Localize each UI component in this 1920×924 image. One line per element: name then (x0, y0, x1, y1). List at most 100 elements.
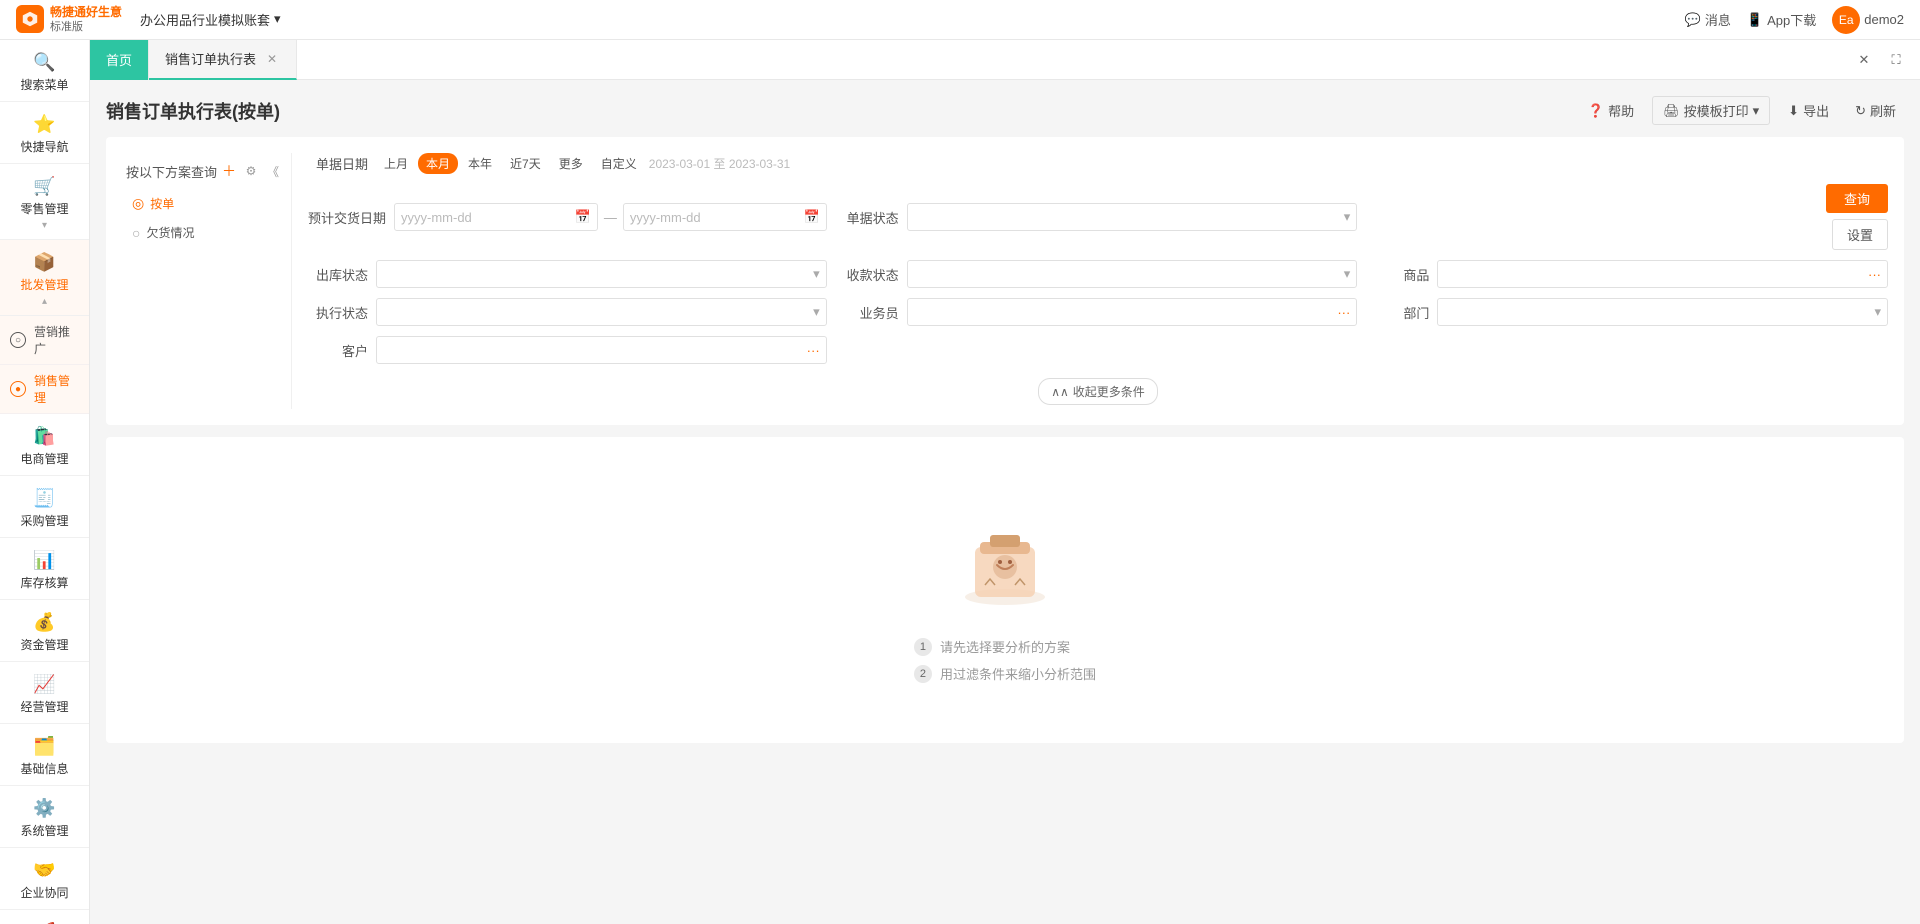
shortcut-lastmonth[interactable]: 上月 (376, 153, 416, 174)
customer-select[interactable]: ··· (376, 336, 827, 364)
expected-date-start[interactable]: yyyy-mm-dd 📅 (394, 203, 598, 231)
sidebar-item-quicknav[interactable]: ⭐ 快捷导航 (0, 102, 89, 164)
settings-btn[interactable]: 设置 (1832, 219, 1888, 250)
payment-status-label: 收款状态 (839, 265, 899, 284)
tabbar-right: ✕ ⛶ (1840, 48, 1920, 72)
salesman-label: 业务员 (839, 303, 899, 322)
tab-close-icon[interactable]: ✕ (264, 51, 280, 67)
salesman-select[interactable]: ··· (907, 298, 1358, 326)
customer-field: 客户 ··· (308, 336, 827, 364)
ecommerce-icon: 🛍️ (33, 426, 55, 447)
plan-header: 按以下方案查询 ＋ ⚙ 《 (126, 157, 283, 189)
sidebar-item-retail[interactable]: 🛒 零售管理 ▾ (0, 164, 89, 240)
plan-collapse-btn[interactable]: 《 (263, 161, 283, 181)
tab-sales-exec[interactable]: 销售订单执行表 ✕ (149, 40, 297, 80)
dept-select[interactable]: ▾ (1437, 298, 1888, 326)
sidebar-item-basic[interactable]: 🗂️ 基础信息 (0, 724, 89, 786)
app-dropdown-icon: ▾ (274, 11, 281, 27)
plan-settings-btn[interactable]: ⚙ (241, 161, 261, 181)
shortcut-thisyear[interactable]: 本年 (460, 153, 500, 174)
stock-status-field: 出库状态 ▾ (308, 260, 827, 288)
date-range-display: 2023-03-01 至 2023-03-31 (649, 155, 790, 172)
sidebar-item-wholesale[interactable]: 📦 批发管理 ▴ (0, 240, 89, 316)
page-content: 销售订单执行表(按单) ❓ 帮助 🖨 按模板打印 ▾ ⬇ 导出 (90, 80, 1920, 924)
system-icon: ⚙️ (33, 798, 55, 819)
add-icon: ＋ (222, 161, 236, 181)
collapse-up-icon: ∧∧ (1051, 385, 1069, 399)
plan-item-arrears[interactable]: ○ 欠货情况 (126, 218, 283, 247)
sidebar-item-finance[interactable]: 💰 资金管理 (0, 600, 89, 662)
filter-row-3: 执行状态 ▾ 业务员 ··· (308, 298, 1888, 326)
collapse-row: ∧∧ 收起更多条件 (308, 374, 1888, 409)
shortcut-last7days[interactable]: 近7天 (502, 153, 549, 174)
right-panel: 单据日期 上月 本月 本年 近7天 更多 自定义 2023-03-01 至 20… (292, 153, 1888, 409)
sidebar-item-ecommerce[interactable]: 🛍️ 电商管理 (0, 414, 89, 476)
refresh-btn[interactable]: ↻ 刷新 (1847, 97, 1904, 124)
date-field-label: 单据日期 (308, 154, 368, 173)
goods-select[interactable]: ··· (1437, 260, 1888, 288)
query-btn[interactable]: 查询 (1826, 184, 1888, 213)
filter-panel: 按以下方案查询 ＋ ⚙ 《 (106, 137, 1904, 425)
sidebar-item-inventory[interactable]: 📊 库存核算 (0, 538, 89, 600)
filter-body: 按以下方案查询 ＋ ⚙ 《 (122, 153, 1888, 409)
purchase-icon: 🧾 (33, 488, 55, 509)
logo-text: 畅捷通好生意 标准版 (50, 5, 122, 35)
sales-exec-tab-label: 销售订单执行表 (165, 49, 256, 68)
gear-icon: ⚙ (246, 164, 257, 178)
empty-tips: 1 请先选择要分析的方案 2 用过滤条件来缩小分析范围 (914, 637, 1096, 683)
export-icon: ⬇ (1788, 103, 1799, 119)
expected-date-end[interactable]: yyyy-mm-dd 📅 (623, 203, 827, 231)
expected-date-input-wrap: yyyy-mm-dd 📅 — yyyy-mm-dd 📅 (394, 203, 827, 231)
sidebar-item-operations[interactable]: 📈 经营管理 (0, 662, 89, 724)
sidebar-item-sales[interactable]: ● 销售管理 (0, 365, 89, 414)
print-dropdown-icon: ▾ (1753, 103, 1760, 119)
payment-dropdown-icon: ▾ (1344, 266, 1351, 282)
sidebar-item-system[interactable]: ⚙️ 系统管理 (0, 786, 89, 848)
salesman-more-icon: ··· (1337, 305, 1350, 320)
plan-add-btn[interactable]: ＋ (219, 161, 239, 181)
exec-status-label: 执行状态 (308, 303, 368, 322)
help-btn[interactable]: ❓ 帮助 (1580, 97, 1642, 124)
exec-status-select[interactable]: ▾ (376, 298, 827, 326)
app-download-btn[interactable]: 📱 App下载 (1747, 10, 1816, 29)
plan-arrears-icon: ○ (132, 225, 140, 241)
stock-status-label: 出库状态 (308, 265, 368, 284)
export-btn[interactable]: ⬇ 导出 (1780, 97, 1837, 124)
status-select[interactable]: ▾ (907, 203, 1358, 231)
dept-label: 部门 (1369, 303, 1429, 322)
empty-tip-1: 1 请先选择要分析的方案 (914, 637, 1096, 656)
close-window-btn[interactable]: ✕ (1852, 48, 1876, 72)
plan-byorder-icon: ◎ (132, 195, 144, 212)
chevron-left-icon: 《 (267, 163, 279, 180)
print-btn[interactable]: 🖨 按模板打印 ▾ (1652, 96, 1770, 125)
page-title: 销售订单执行表(按单) (106, 98, 280, 124)
status-dropdown-icon: ▾ (1344, 209, 1351, 225)
avatar: Ea (1832, 6, 1860, 34)
retail-arrow-icon: ▾ (42, 220, 47, 231)
stock-status-select[interactable]: ▾ (376, 260, 827, 288)
app-selector[interactable]: 办公用品行业模拟账套 ▾ (132, 10, 289, 29)
collapse-btn[interactable]: ∧∧ 收起更多条件 (1038, 378, 1158, 405)
sidebar-item-search[interactable]: 🔍 搜索菜单 (0, 40, 89, 102)
dept-field: 部门 ▾ (1369, 298, 1888, 326)
salesman-field: 业务员 ··· (839, 298, 1358, 326)
shortcut-more[interactable]: 更多 (551, 153, 591, 174)
empty-state: 1 请先选择要分析的方案 2 用过滤条件来缩小分析范围 (106, 437, 1904, 743)
message-btn[interactable]: 💬 消息 (1685, 10, 1731, 29)
topbar: 畅捷通好生意 标准版 办公用品行业模拟账套 ▾ 💬 消息 📱 App下载 Ea … (0, 0, 1920, 40)
goods-field: 商品 ··· (1369, 260, 1888, 288)
sidebar-item-newbie[interactable]: 🚀 新手引导 (0, 910, 89, 924)
sidebar-item-marketing[interactable]: ○ 营销推广 (0, 316, 89, 365)
maximize-icon: ⛶ (1891, 52, 1900, 68)
plan-item-by-order[interactable]: ◎ 按单 (126, 189, 283, 218)
shortcut-custom[interactable]: 自定义 (593, 153, 645, 174)
sidebar-item-purchase[interactable]: 🧾 采购管理 (0, 476, 89, 538)
sidebar: 🔍 搜索菜单 ⭐ 快捷导航 🛒 零售管理 ▾ 📦 批发管理 ▴ ○ 营销推广 ●… (0, 40, 90, 924)
user-area[interactable]: Ea demo2 (1832, 6, 1904, 34)
operations-icon: 📈 (33, 674, 55, 695)
tab-home[interactable]: 首页 (90, 40, 149, 80)
sidebar-item-enterprise[interactable]: 🤝 企业协同 (0, 848, 89, 910)
maximize-btn[interactable]: ⛶ (1884, 48, 1908, 72)
payment-status-select[interactable]: ▾ (907, 260, 1358, 288)
shortcut-thismonth[interactable]: 本月 (418, 153, 458, 174)
